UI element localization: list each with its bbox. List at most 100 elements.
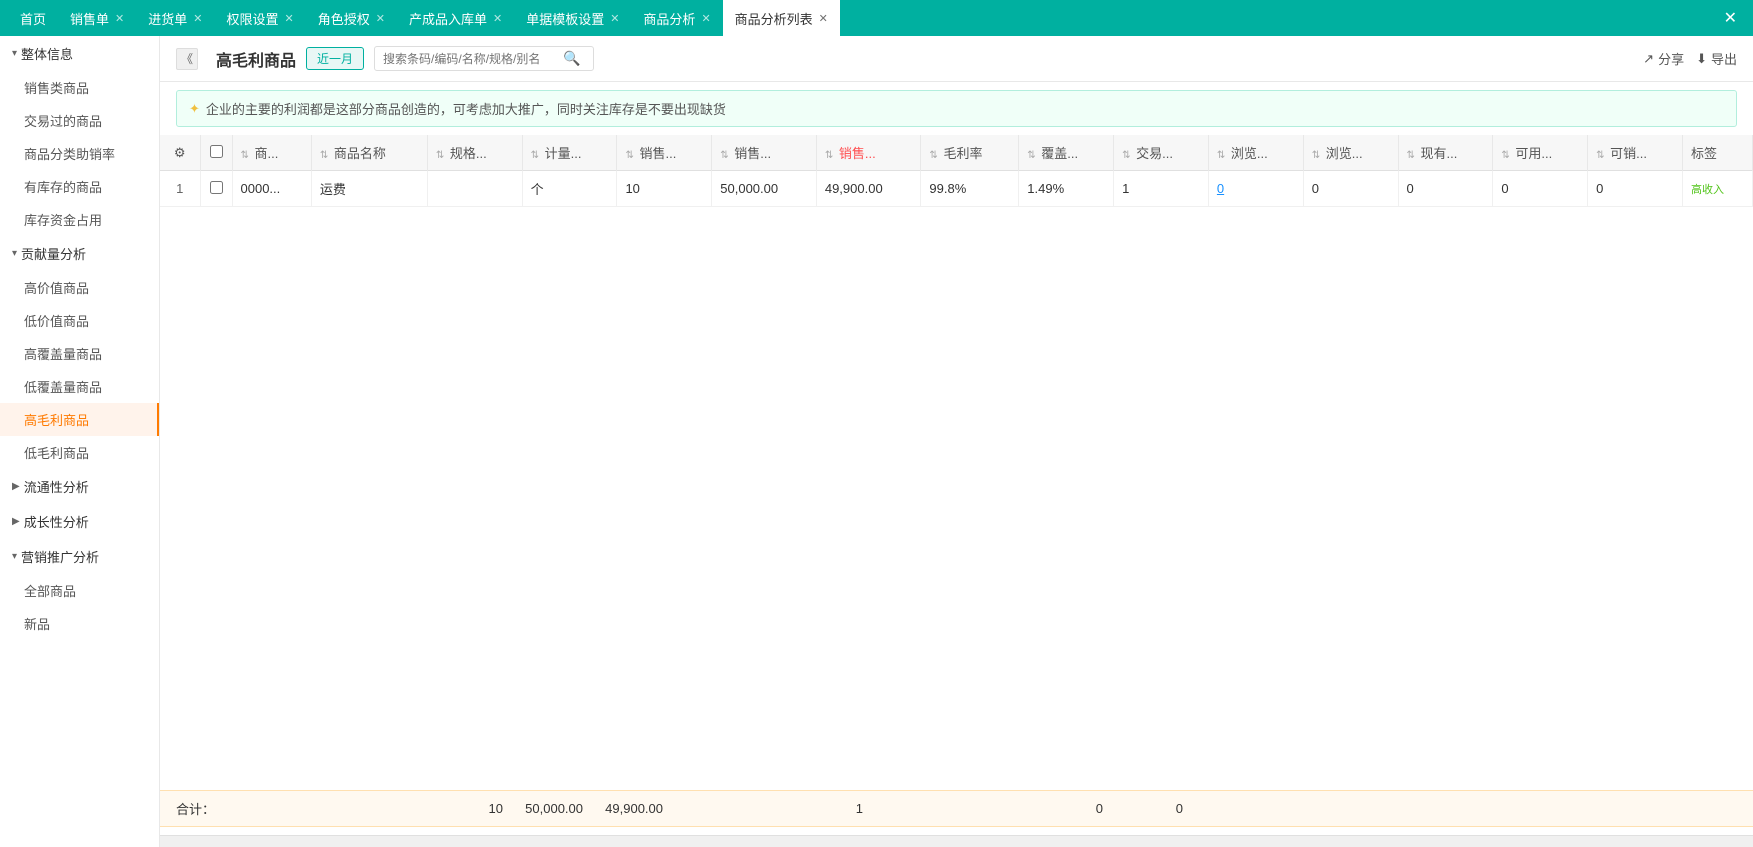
sidebar-item-stocked-goods[interactable]: 有库存的商品	[0, 170, 159, 203]
nav-sales[interactable]: 销售单 ✕	[58, 0, 136, 36]
cell-view1: 0	[1208, 171, 1303, 207]
th-tag[interactable]: 标签	[1682, 135, 1752, 171]
footer-cells: 10 50,000.00 49,900.00 1 0 0	[231, 801, 1191, 816]
footer-cell-cost: 49,900.00	[591, 801, 671, 816]
sidebar-item-traded-goods[interactable]: 交易过的商品	[0, 104, 159, 137]
export-button[interactable]: ⬇ 导出	[1696, 49, 1737, 68]
th-sales-qty[interactable]: ⇅ 销售...	[617, 135, 712, 171]
cell-code: 0000...	[232, 171, 311, 207]
footer-cell-current: 0	[1031, 801, 1111, 816]
th-available[interactable]: ⇅ 可用...	[1493, 135, 1588, 171]
close-icon[interactable]: ✕	[819, 12, 828, 25]
nav-analysis-list[interactable]: 商品分析列表 ✕	[723, 0, 840, 36]
cell-unit: 个	[522, 171, 617, 207]
window-close-button[interactable]: ✕	[1716, 8, 1745, 28]
sort-icon: ⇅	[1407, 150, 1415, 161]
nav-home[interactable]: 首页	[8, 0, 58, 36]
sort-icon: ⇅	[320, 150, 328, 161]
footer-total: 合计： 10 50,000.00 49,900.00 1 0 0	[160, 790, 1753, 827]
th-sales-cost[interactable]: ⇅ 销售...	[816, 135, 921, 171]
close-icon[interactable]: ✕	[376, 12, 385, 25]
sidebar-item-sales-goods[interactable]: 销售类商品	[0, 71, 159, 104]
close-icon[interactable]: ✕	[285, 12, 294, 25]
th-gross-rate[interactable]: ⇅ 毛利率	[921, 135, 1019, 171]
th-view2[interactable]: ⇅ 浏览...	[1303, 135, 1398, 171]
sidebar-item-high-margin[interactable]: 高毛利商品	[0, 403, 159, 436]
sidebar-item-all-goods[interactable]: 全部商品	[0, 574, 159, 607]
cell-view2: 0	[1303, 171, 1398, 207]
footer-cell-available: 0	[1111, 801, 1191, 816]
cell-trade: 1	[1114, 171, 1209, 207]
th-coverage[interactable]: ⇅ 覆盖...	[1019, 135, 1114, 171]
th-view1[interactable]: ⇅ 浏览...	[1208, 135, 1303, 171]
table-container[interactable]: ⚙ ⇅ 商... ⇅ 商品名称	[160, 135, 1753, 835]
cell-sales-amount: 50,000.00	[712, 171, 817, 207]
footer-label: 合计：	[176, 799, 215, 818]
sort-icon: ⇅	[1501, 150, 1509, 161]
cell-current: 0	[1398, 171, 1493, 207]
nav-template[interactable]: 单据模板设置 ✕	[514, 0, 631, 36]
sort-icon: ⇅	[1027, 150, 1035, 161]
row-checkbox[interactable]	[210, 181, 223, 194]
chevron-right-icon: ▶	[12, 481, 20, 492]
sort-icon: ⇅	[531, 150, 539, 161]
info-banner: ✦ 企业的主要的利润都是这部分商品创造的，可考虑加大推广，同时关注库存是不要出现…	[176, 90, 1737, 127]
th-spec[interactable]: ⇅ 规格...	[427, 135, 522, 171]
settings-icon[interactable]: ⚙	[174, 145, 186, 160]
sidebar-group-growth[interactable]: ▶ 成长性分析	[0, 504, 159, 539]
header-actions: ↗ 分享 ⬇ 导出	[1643, 49, 1737, 68]
sidebar-group-marketing[interactable]: ▾ 营销推广分析	[0, 539, 159, 574]
content-area: 《 高毛利商品 近一月 🔍 ↗ 分享 ⬇ 导出 ✦ 企业的主要的利润都是这部	[160, 36, 1753, 847]
sidebar-item-low-margin[interactable]: 低毛利商品	[0, 436, 159, 469]
close-icon[interactable]: ✕	[193, 12, 202, 25]
sidebar-item-new-goods[interactable]: 新品	[0, 607, 159, 640]
th-checkbox	[200, 135, 232, 171]
filter-recent-month-button[interactable]: 近一月	[306, 47, 364, 70]
th-code[interactable]: ⇅ 商...	[232, 135, 311, 171]
sidebar-group-circulation[interactable]: ▶ 流通性分析	[0, 469, 159, 504]
search-input[interactable]	[383, 52, 563, 66]
th-current[interactable]: ⇅ 现有...	[1398, 135, 1493, 171]
th-unit[interactable]: ⇅ 计量...	[522, 135, 617, 171]
search-icon[interactable]: 🔍	[563, 50, 580, 67]
nav-analysis[interactable]: 商品分析 ✕	[631, 0, 722, 36]
chevron-right-icon: ▶	[12, 516, 20, 527]
close-icon[interactable]: ✕	[115, 12, 124, 25]
content-header: 《 高毛利商品 近一月 🔍 ↗ 分享 ⬇ 导出	[160, 36, 1753, 82]
sidebar-item-low-value[interactable]: 低价值商品	[0, 304, 159, 337]
search-box: 🔍	[374, 46, 594, 71]
close-icon[interactable]: ✕	[701, 12, 710, 25]
share-button[interactable]: ↗ 分享	[1643, 49, 1684, 68]
sort-icon: ⇅	[1122, 150, 1130, 161]
th-sales-amount[interactable]: ⇅ 销售...	[712, 135, 817, 171]
sidebar-item-high-coverage[interactable]: 高覆盖量商品	[0, 337, 159, 370]
close-icon[interactable]: ✕	[610, 12, 619, 25]
nav-role[interactable]: 角色授权 ✕	[306, 0, 397, 36]
sidebar-group-contribution[interactable]: ▾ 贡献量分析	[0, 236, 159, 271]
footer-cell-sales-qty-val: 10	[431, 801, 511, 816]
sort-icon: ⇅	[436, 150, 444, 161]
chevron-down-icon: ▾	[12, 248, 17, 259]
export-icon: ⬇	[1696, 51, 1707, 67]
th-name[interactable]: ⇅ 商品名称	[311, 135, 427, 171]
data-table: ⚙ ⇅ 商... ⇅ 商品名称	[160, 135, 1753, 207]
nav-purchase[interactable]: 进货单 ✕	[136, 0, 214, 36]
close-icon[interactable]: ✕	[493, 12, 502, 25]
sidebar-item-high-value[interactable]: 高价值商品	[0, 271, 159, 304]
horizontal-scrollbar[interactable]	[160, 835, 1753, 847]
sidebar-item-stock-capital[interactable]: 库存资金占用	[0, 203, 159, 236]
sidebar-item-category-rate[interactable]: 商品分类助销率	[0, 137, 159, 170]
select-all-checkbox[interactable]	[210, 145, 223, 158]
th-saleable[interactable]: ⇅ 可销...	[1588, 135, 1683, 171]
sort-icon: ⇅	[825, 150, 833, 161]
sidebar-group-overview[interactable]: ▾ 整体信息	[0, 36, 159, 71]
tip-icon: ✦	[189, 101, 200, 117]
nav-permission[interactable]: 权限设置 ✕	[214, 0, 305, 36]
chevron-down-icon: ▾	[12, 551, 17, 562]
th-trade[interactable]: ⇅ 交易...	[1114, 135, 1209, 171]
chevron-down-icon: ▾	[12, 48, 17, 59]
nav-product-in[interactable]: 产成品入库单 ✕	[397, 0, 514, 36]
sidebar-collapse-button[interactable]: 《	[176, 48, 198, 70]
sidebar-item-low-coverage[interactable]: 低覆盖量商品	[0, 370, 159, 403]
sort-icon: ⇅	[720, 150, 728, 161]
